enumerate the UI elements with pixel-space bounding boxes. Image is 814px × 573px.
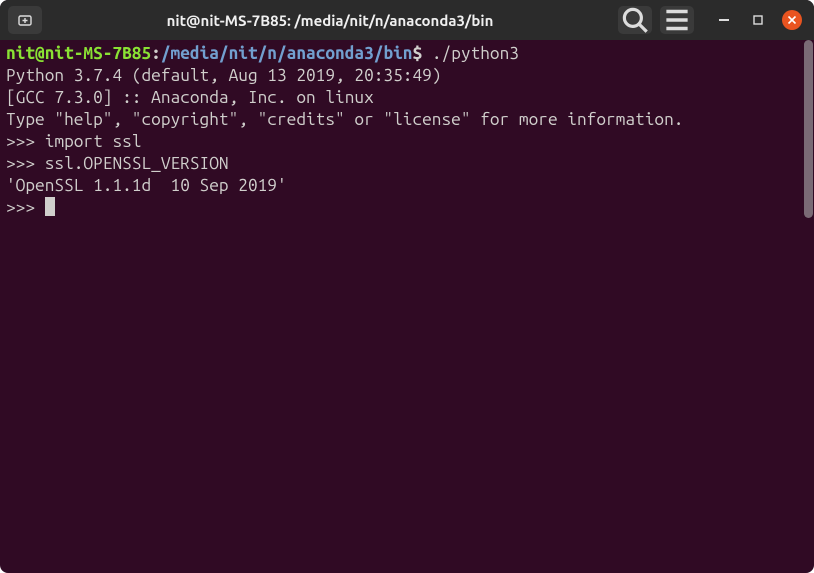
repl-input-2: ssl.OPENSSL_VERSION (45, 154, 229, 173)
cursor (45, 197, 55, 216)
repl-line-1: >>> import ssl (6, 131, 808, 153)
close-button[interactable] (782, 10, 802, 30)
terminal-body[interactable]: nit@nit-MS-7B85:/media/nit/n/anaconda3/b… (0, 40, 814, 573)
repl-line-2: >>> ssl.OPENSSL_VERSION (6, 153, 808, 175)
close-icon (786, 14, 798, 26)
hamburger-icon (660, 3, 694, 37)
shell-command: ./python3 (432, 44, 519, 63)
repl-input-1: import ssl (45, 132, 142, 151)
window-controls (714, 10, 802, 30)
python-banner-2: [GCC 7.3.0] :: Anaconda, Inc. on linux (6, 87, 808, 109)
shell-prompt-line: nit@nit-MS-7B85:/media/nit/n/anaconda3/b… (6, 43, 808, 65)
prompt-path: /media/nit/n/anaconda3/bin (161, 44, 413, 63)
repl-cursor-line: >>> (6, 197, 808, 219)
maximize-icon (752, 14, 764, 26)
minimize-icon (718, 19, 730, 21)
search-icon (618, 3, 652, 37)
search-button[interactable] (618, 6, 652, 34)
prompt-user-host: nit@nit-MS-7B85 (6, 44, 151, 63)
repl-output: 'OpenSSL 1.1.1d 10 Sep 2019' (6, 175, 808, 197)
repl-prompt: >>> (6, 132, 45, 151)
prompt-separator: : (151, 44, 161, 63)
new-tab-button[interactable] (8, 6, 42, 34)
scrollbar-thumb[interactable] (804, 40, 813, 218)
titlebar: nit@nit-MS-7B85: /media/nit/n/anaconda3/… (0, 0, 814, 40)
window-title: nit@nit-MS-7B85: /media/nit/n/anaconda3/… (50, 12, 610, 29)
repl-prompt: >>> (6, 198, 45, 217)
menu-button[interactable] (660, 6, 694, 34)
python-banner-3: Type "help", "copyright", "credits" or "… (6, 109, 808, 131)
repl-prompt: >>> (6, 154, 45, 173)
python-banner-1: Python 3.7.4 (default, Aug 13 2019, 20:3… (6, 65, 808, 87)
prompt-symbol: $ (412, 44, 422, 63)
terminal-window: nit@nit-MS-7B85: /media/nit/n/anaconda3/… (0, 0, 814, 573)
minimize-button[interactable] (714, 10, 734, 30)
maximize-button[interactable] (748, 10, 768, 30)
new-tab-icon (17, 12, 33, 28)
